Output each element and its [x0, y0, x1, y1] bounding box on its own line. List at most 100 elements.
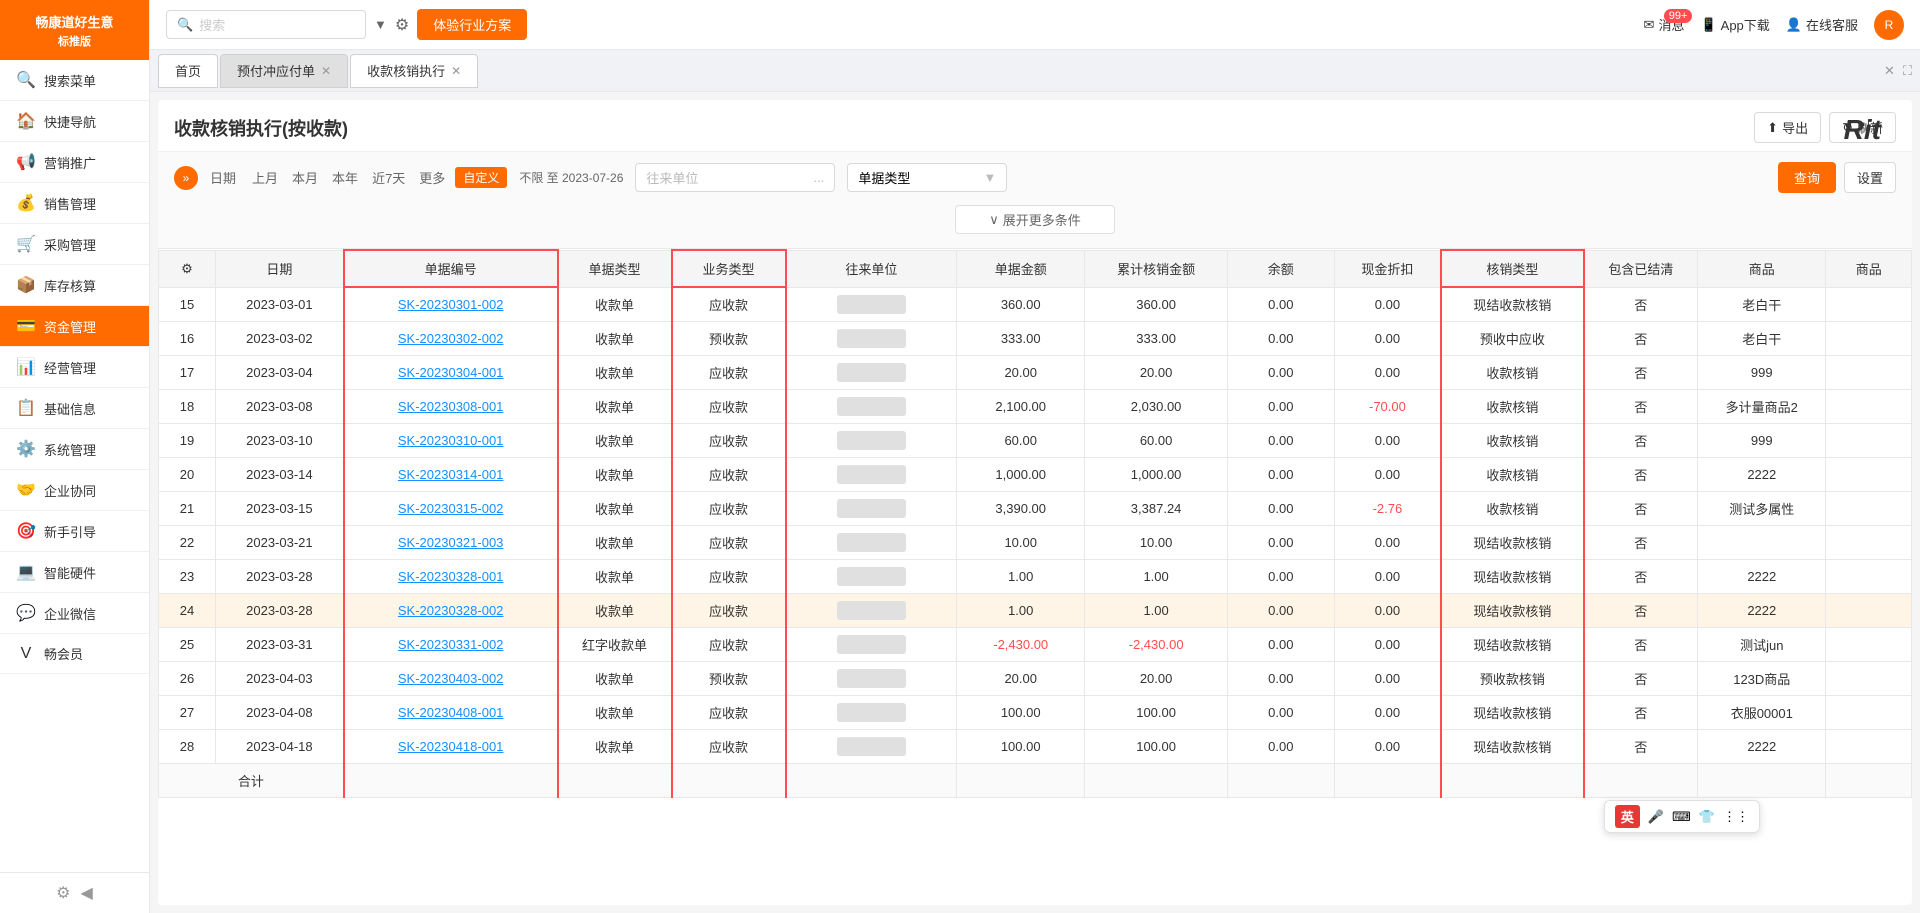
- more-opt[interactable]: 更多: [415, 166, 449, 189]
- tab-receipt-close[interactable]: ✕: [451, 64, 461, 78]
- billno-link[interactable]: SK-20230314-001: [398, 467, 504, 482]
- total-label: 合计: [159, 764, 344, 798]
- cell-goods: 测试jun: [1698, 628, 1826, 662]
- cell-date: 2023-03-08: [216, 390, 344, 424]
- cell-amount: 60.00: [957, 424, 1085, 458]
- tabs-right-actions: ✕ ⛶: [1884, 63, 1912, 79]
- cell-biztype: 应收款: [672, 730, 786, 764]
- sidebar-item-search[interactable]: 🔍搜索菜单: [0, 60, 149, 101]
- cell-date: 2023-03-31: [216, 628, 344, 662]
- date-range-display: 不限 至 2023-07-26: [519, 169, 623, 186]
- sidebar-item-collab[interactable]: 🤝企业协同: [0, 470, 149, 511]
- billno-link[interactable]: SK-20230315-002: [398, 501, 504, 516]
- export-button[interactable]: ⬆ 导出: [1754, 112, 1821, 143]
- last-month-opt[interactable]: 上月: [248, 166, 282, 189]
- sidebar-item-guide[interactable]: 🎯新手引导: [0, 511, 149, 552]
- billno-link[interactable]: SK-20230331-002: [398, 637, 504, 652]
- unit-filter[interactable]: 往来单位 ...: [635, 163, 835, 192]
- service-icon: 👤: [1786, 17, 1802, 33]
- last7-opt[interactable]: 近7天: [368, 166, 409, 189]
- solution-button[interactable]: 体验行业方案: [417, 9, 527, 40]
- table-header-row: ⚙ 日期 单据编号 单据类型 业务类型 往来单位 单据金额 累计核销金额 余额 …: [159, 250, 1912, 287]
- ime-grid-icon[interactable]: ⋮⋮: [1723, 809, 1749, 825]
- cell-billtype: 收款单: [558, 390, 672, 424]
- tab-receipt-offset[interactable]: 收款核销执行 ✕: [350, 54, 478, 88]
- billno-link[interactable]: SK-20230301-002: [398, 297, 504, 312]
- billno-link[interactable]: SK-20230408-001: [398, 705, 504, 720]
- topbar-right: ✉ 消息 99+ 📱 App下载 👤 在线客服 R: [1644, 10, 1904, 40]
- billno-link[interactable]: SK-20230403-002: [398, 671, 504, 686]
- tab-close-all-icon[interactable]: ✕: [1884, 63, 1895, 79]
- sidebar-item-purchase[interactable]: 🛒采购管理: [0, 224, 149, 265]
- rit-logo: Rit: [1844, 114, 1881, 146]
- billno-link[interactable]: SK-20230418-001: [398, 739, 504, 754]
- th-biztype: 业务类型: [672, 250, 786, 287]
- ime-keyboard-icon[interactable]: ⌨: [1672, 809, 1691, 825]
- ime-shirt-icon[interactable]: 👕: [1699, 809, 1715, 825]
- data-table: ⚙ 日期 单据编号 单据类型 业务类型 往来单位 单据金额 累计核销金额 余额 …: [158, 249, 1912, 798]
- cell-unit: ████: [786, 287, 957, 322]
- settings-filter-button[interactable]: 设置: [1844, 162, 1896, 193]
- sidebar-item-inventory[interactable]: 📦库存核算: [0, 265, 149, 306]
- expand-more-btn[interactable]: ∨ 展开更多条件: [955, 205, 1115, 234]
- cell-discount: 0.00: [1334, 424, 1441, 458]
- tab-prepay[interactable]: 预付冲应付单 ✕: [220, 54, 348, 88]
- message-badge: 99+: [1664, 9, 1693, 23]
- cell-discount: -2.76: [1334, 492, 1441, 526]
- sidebar-item-hardware[interactable]: 💻智能硬件: [0, 552, 149, 593]
- app-download-btn[interactable]: 📱 App下载: [1700, 15, 1769, 34]
- custom-btn[interactable]: 自定义: [455, 167, 507, 188]
- billno-link[interactable]: SK-20230302-002: [398, 331, 504, 346]
- ime-mic-icon[interactable]: 🎤: [1648, 809, 1664, 825]
- sidebar-item-label-hardware: 智能硬件: [44, 563, 96, 582]
- cell-discount: 0.00: [1334, 287, 1441, 322]
- cell-biztype: 应收款: [672, 390, 786, 424]
- filter-toggle-btn[interactable]: »: [174, 166, 198, 190]
- billno-link[interactable]: SK-20230308-001: [398, 399, 504, 414]
- th-billno: 单据编号: [344, 250, 558, 287]
- gear-icon[interactable]: ⚙: [395, 15, 409, 35]
- this-year-opt[interactable]: 本年: [328, 166, 362, 189]
- billno-link[interactable]: SK-20230321-003: [398, 535, 504, 550]
- cell-unit: ████: [786, 390, 957, 424]
- this-month-opt[interactable]: 本月: [288, 166, 322, 189]
- search-box[interactable]: 🔍 搜索: [166, 10, 366, 39]
- billno-link[interactable]: SK-20230304-001: [398, 365, 504, 380]
- cell-goods: 2222: [1698, 560, 1826, 594]
- cell-amount: 360.00: [957, 287, 1085, 322]
- message-btn[interactable]: ✉ 消息 99+: [1644, 15, 1685, 34]
- bill-type-filter[interactable]: 单据类型 ▼: [847, 163, 1007, 192]
- settings-icon[interactable]: ⚙: [56, 883, 70, 903]
- sidebar-item-wechat[interactable]: 💬企业微信: [0, 593, 149, 634]
- cell-unit: ████: [786, 730, 957, 764]
- sidebar-item-sales[interactable]: 💰销售管理: [0, 183, 149, 224]
- tab-prepay-close[interactable]: ✕: [321, 64, 331, 78]
- sidebar-item-shortcuts[interactable]: 🏠快捷导航: [0, 101, 149, 142]
- billno-link[interactable]: SK-20230310-001: [398, 433, 504, 448]
- sidebar-item-basic[interactable]: 📋基础信息: [0, 388, 149, 429]
- service-btn[interactable]: 👤 在线客服: [1786, 15, 1858, 34]
- cell-goods2: [1826, 560, 1912, 594]
- basic-icon: 📋: [16, 398, 36, 418]
- topbar-dropdown[interactable]: ▼: [374, 17, 387, 32]
- sidebar-item-member[interactable]: V畅会员: [0, 634, 149, 674]
- cell-date: 2023-03-15: [216, 492, 344, 526]
- query-button[interactable]: 查询: [1778, 162, 1836, 193]
- cell-num: 16: [159, 322, 216, 356]
- cell-balance: 0.00: [1227, 730, 1334, 764]
- user-avatar[interactable]: R: [1874, 10, 1904, 40]
- sidebar-item-operations[interactable]: 📊经营管理: [0, 347, 149, 388]
- tab-home[interactable]: 首页: [158, 54, 218, 88]
- sidebar-item-label-system: 系统管理: [44, 440, 96, 459]
- tab-expand-icon[interactable]: ⛶: [1903, 63, 1912, 79]
- billno-link[interactable]: SK-20230328-001: [398, 569, 504, 584]
- cell-goods: 多计量商品2: [1698, 390, 1826, 424]
- sidebar-item-finance[interactable]: 💳资金管理: [0, 306, 149, 347]
- collapse-icon[interactable]: ◀: [81, 883, 93, 903]
- cell-num: 28: [159, 730, 216, 764]
- sidebar-item-marketing[interactable]: 📢营销推广: [0, 142, 149, 183]
- billno-link[interactable]: SK-20230328-002: [398, 603, 504, 618]
- cell-goods: 2222: [1698, 458, 1826, 492]
- sidebar-item-system[interactable]: ⚙️系统管理: [0, 429, 149, 470]
- th-nuketype: 核销类型: [1441, 250, 1584, 287]
